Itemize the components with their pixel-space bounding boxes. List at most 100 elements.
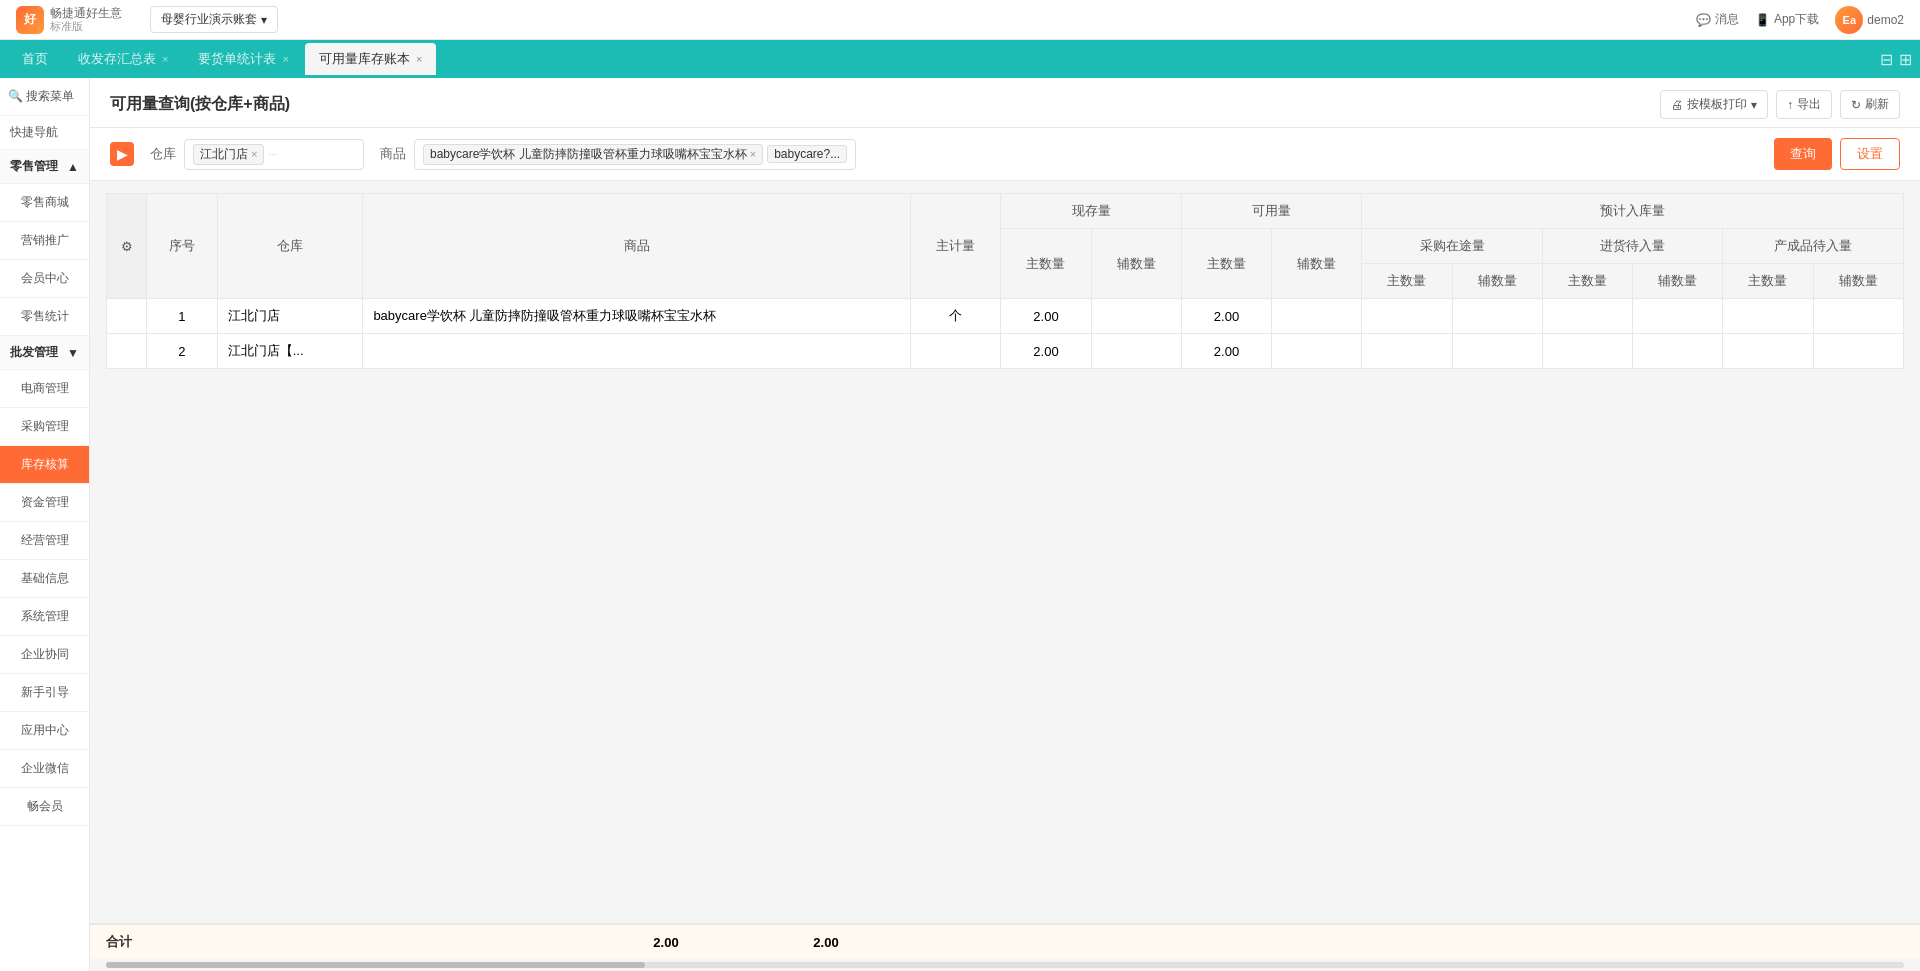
maximize-icon[interactable]: ⊞ xyxy=(1899,50,1912,69)
page-actions: 🖨 按模板打印 ▾ ↑ 导出 ↻ 刷新 xyxy=(1660,90,1900,119)
top-bar: 好 畅捷通好生意 标准版 母婴行业演示账套 ▾ 💬 消息 📱 App下载 Ea … xyxy=(0,0,1920,40)
footer-values: 2.00 2.00 xyxy=(226,935,1904,950)
sidebar-item-newbie[interactable]: 新手引导 xyxy=(0,674,89,712)
chevron-down-icon: ▼ xyxy=(67,346,79,360)
template-print-button[interactable]: 🖨 按模板打印 ▾ xyxy=(1660,90,1768,119)
export-icon: ↑ xyxy=(1787,98,1793,112)
remove-warehouse-tag[interactable]: × xyxy=(251,148,257,160)
warehouse-input[interactable]: 江北门店 × ··· xyxy=(184,139,364,170)
warehouse-filter-group: 仓库 江北门店 × ··· xyxy=(150,139,364,170)
filter-area: ▶ 仓库 江北门店 × ··· 商品 babycare学饮杯 儿童防摔防撞吸管杯… xyxy=(90,128,1920,181)
logo-area: 好 畅捷通好生意 标准版 xyxy=(16,6,122,34)
th-product-aux: 辅数量 xyxy=(1813,264,1903,299)
tab-home[interactable]: 首页 xyxy=(8,43,62,75)
sidebar-item-member-center[interactable]: 会员中心 xyxy=(0,260,89,298)
filter-actions: 查询 设置 xyxy=(1774,138,1900,170)
table-footer: 合计 2.00 2.00 xyxy=(90,923,1920,959)
sidebar-item-inventory[interactable]: 库存核算 xyxy=(0,446,89,484)
remove-product-tag-1[interactable]: × xyxy=(750,148,756,160)
th-warehouse: 仓库 xyxy=(217,194,363,299)
sidebar-item-member[interactable]: 畅会员 xyxy=(0,788,89,826)
tab-order-stats[interactable]: 要货单统计表 × xyxy=(184,43,302,75)
data-table: ⚙ 序号 仓库 商品 主计量 现存量 可用量 预计入库量 主数量 辅数量 主数量 xyxy=(106,193,1904,369)
footer-avail-main: 2.00 xyxy=(786,935,866,950)
sidebar-item-retail-stats[interactable]: 零售统计 xyxy=(0,298,89,336)
content-area: 可用量查询(按仓库+商品) 🖨 按模板打印 ▾ ↑ 导出 ↻ 刷新 ▶ xyxy=(90,78,1920,971)
product-input[interactable]: babycare学饮杯 儿童防摔防撞吸管杯重力球吸嘴杯宝宝水杯 × babyca… xyxy=(414,139,856,170)
tab-receipt-summary[interactable]: 收发存汇总表 × xyxy=(64,43,182,75)
product-filter-group: 商品 babycare学饮杯 儿童防摔防撞吸管杯重力球吸嘴杯宝宝水杯 × bab… xyxy=(380,139,856,170)
sidebar-item-finance[interactable]: 资金管理 xyxy=(0,484,89,522)
th-purchase-main: 主数量 xyxy=(1362,264,1452,299)
page-header: 可用量查询(按仓库+商品) 🖨 按模板打印 ▾ ↑ 导出 ↻ 刷新 xyxy=(90,78,1920,128)
scroll-bar xyxy=(90,959,1920,971)
th-stock-group: 现存量 xyxy=(1001,194,1182,229)
table-wrapper: ⚙ 序号 仓库 商品 主计量 现存量 可用量 预计入库量 主数量 辅数量 主数量 xyxy=(90,181,1920,923)
th-settings: ⚙ xyxy=(107,194,147,299)
sidebar-item-retail-mall[interactable]: 零售商城 xyxy=(0,184,89,222)
tab-available-inventory[interactable]: 可用量库存账本 × xyxy=(305,43,436,75)
th-incoming-aux: 辅数量 xyxy=(1633,264,1723,299)
sidebar-item-enterprise-wechat[interactable]: 企业微信 xyxy=(0,750,89,788)
scroll-thumb[interactable] xyxy=(106,962,645,968)
logo-text: 畅捷通好生意 标准版 xyxy=(50,6,122,34)
user-menu[interactable]: Ea demo2 xyxy=(1835,6,1904,34)
close-tab-receipt[interactable]: × xyxy=(162,53,168,65)
window-controls: ⊟ ⊞ xyxy=(1880,50,1912,69)
expand-filter-button[interactable]: ▶ xyxy=(110,142,134,166)
th-unit: 主计量 xyxy=(911,194,1001,299)
th-incoming-main: 主数量 xyxy=(1542,264,1632,299)
top-bar-left: 好 畅捷通好生意 标准版 母婴行业演示账套 ▾ xyxy=(16,6,278,34)
close-tab-order[interactable]: × xyxy=(282,53,288,65)
export-button[interactable]: ↑ 导出 xyxy=(1776,90,1832,119)
warehouse-label: 仓库 xyxy=(150,145,176,163)
sidebar-item-basic-info[interactable]: 基础信息 xyxy=(0,560,89,598)
th-product-main: 主数量 xyxy=(1723,264,1813,299)
product-tag-2: babycare?... xyxy=(767,145,847,163)
table-row: 2 江北门店【... 2.00 2.00 xyxy=(107,334,1904,369)
th-purchase-sub: 采购在途量 xyxy=(1362,229,1543,264)
download-icon: 📱 xyxy=(1755,13,1770,27)
refresh-icon: ↻ xyxy=(1851,98,1861,112)
chevron-down-icon: ▾ xyxy=(1751,98,1757,112)
sidebar-item-marketing[interactable]: 营销推广 xyxy=(0,222,89,260)
sidebar-item-system[interactable]: 系统管理 xyxy=(0,598,89,636)
avatar: Ea xyxy=(1835,6,1863,34)
sidebar-item-wholesale[interactable]: 批发管理 ▼ xyxy=(0,336,89,370)
th-stock-aux: 辅数量 xyxy=(1091,229,1181,299)
search-icon: 🔍 xyxy=(8,89,23,103)
sidebar-item-purchase[interactable]: 采购管理 xyxy=(0,408,89,446)
sidebar-item-enterprise-collab[interactable]: 企业协同 xyxy=(0,636,89,674)
settings-icon: ⚙ xyxy=(121,239,133,254)
print-icon: 🖨 xyxy=(1671,98,1683,112)
query-button[interactable]: 查询 xyxy=(1774,138,1832,170)
refresh-button[interactable]: ↻ 刷新 xyxy=(1840,90,1900,119)
quick-nav[interactable]: 快捷导航 xyxy=(0,116,89,150)
scroll-track[interactable] xyxy=(106,962,1904,968)
sidebar-item-retail-management[interactable]: 零售管理 ▲ xyxy=(0,150,89,184)
sidebar-item-operations[interactable]: 经营管理 xyxy=(0,522,89,560)
sidebar-item-ecommerce[interactable]: 电商管理 xyxy=(0,370,89,408)
table-row: 1 江北门店 babycare学饮杯 儿童防摔防撞吸管杯重力球吸嘴杯宝宝水杯 个… xyxy=(107,299,1904,334)
message-button[interactable]: 💬 消息 xyxy=(1696,11,1739,28)
search-menu[interactable]: 🔍 搜索菜单 xyxy=(0,78,89,116)
company-selector[interactable]: 母婴行业演示账套 ▾ xyxy=(150,6,278,33)
th-product-sub: 产成品待入量 xyxy=(1723,229,1904,264)
settings-button[interactable]: 设置 xyxy=(1840,138,1900,170)
app-download-button[interactable]: 📱 App下载 xyxy=(1755,11,1819,28)
main-layout: 🔍 搜索菜单 快捷导航 零售管理 ▲ 零售商城 营销推广 会员中心 零售统计 批… xyxy=(0,78,1920,971)
th-inbound-group: 预计入库量 xyxy=(1362,194,1904,229)
page-title: 可用量查询(按仓库+商品) xyxy=(110,94,290,115)
nav-tabs: 首页 收发存汇总表 × 要货单统计表 × 可用量库存账本 × ⊟ ⊞ xyxy=(0,40,1920,78)
th-avail-main: 主数量 xyxy=(1181,229,1271,299)
sidebar-item-app-center[interactable]: 应用中心 xyxy=(0,712,89,750)
product-tag-1: babycare学饮杯 儿童防摔防撞吸管杯重力球吸嘴杯宝宝水杯 × xyxy=(423,144,763,165)
minimize-icon[interactable]: ⊟ xyxy=(1880,50,1893,69)
top-bar-right: 💬 消息 📱 App下载 Ea demo2 xyxy=(1696,6,1904,34)
th-purchase-aux: 辅数量 xyxy=(1452,264,1542,299)
th-product: 商品 xyxy=(363,194,911,299)
th-stock-main: 主数量 xyxy=(1001,229,1091,299)
footer-stock-main: 2.00 xyxy=(626,935,706,950)
close-tab-inventory[interactable]: × xyxy=(416,53,422,65)
more-dots: ··· xyxy=(268,148,277,160)
